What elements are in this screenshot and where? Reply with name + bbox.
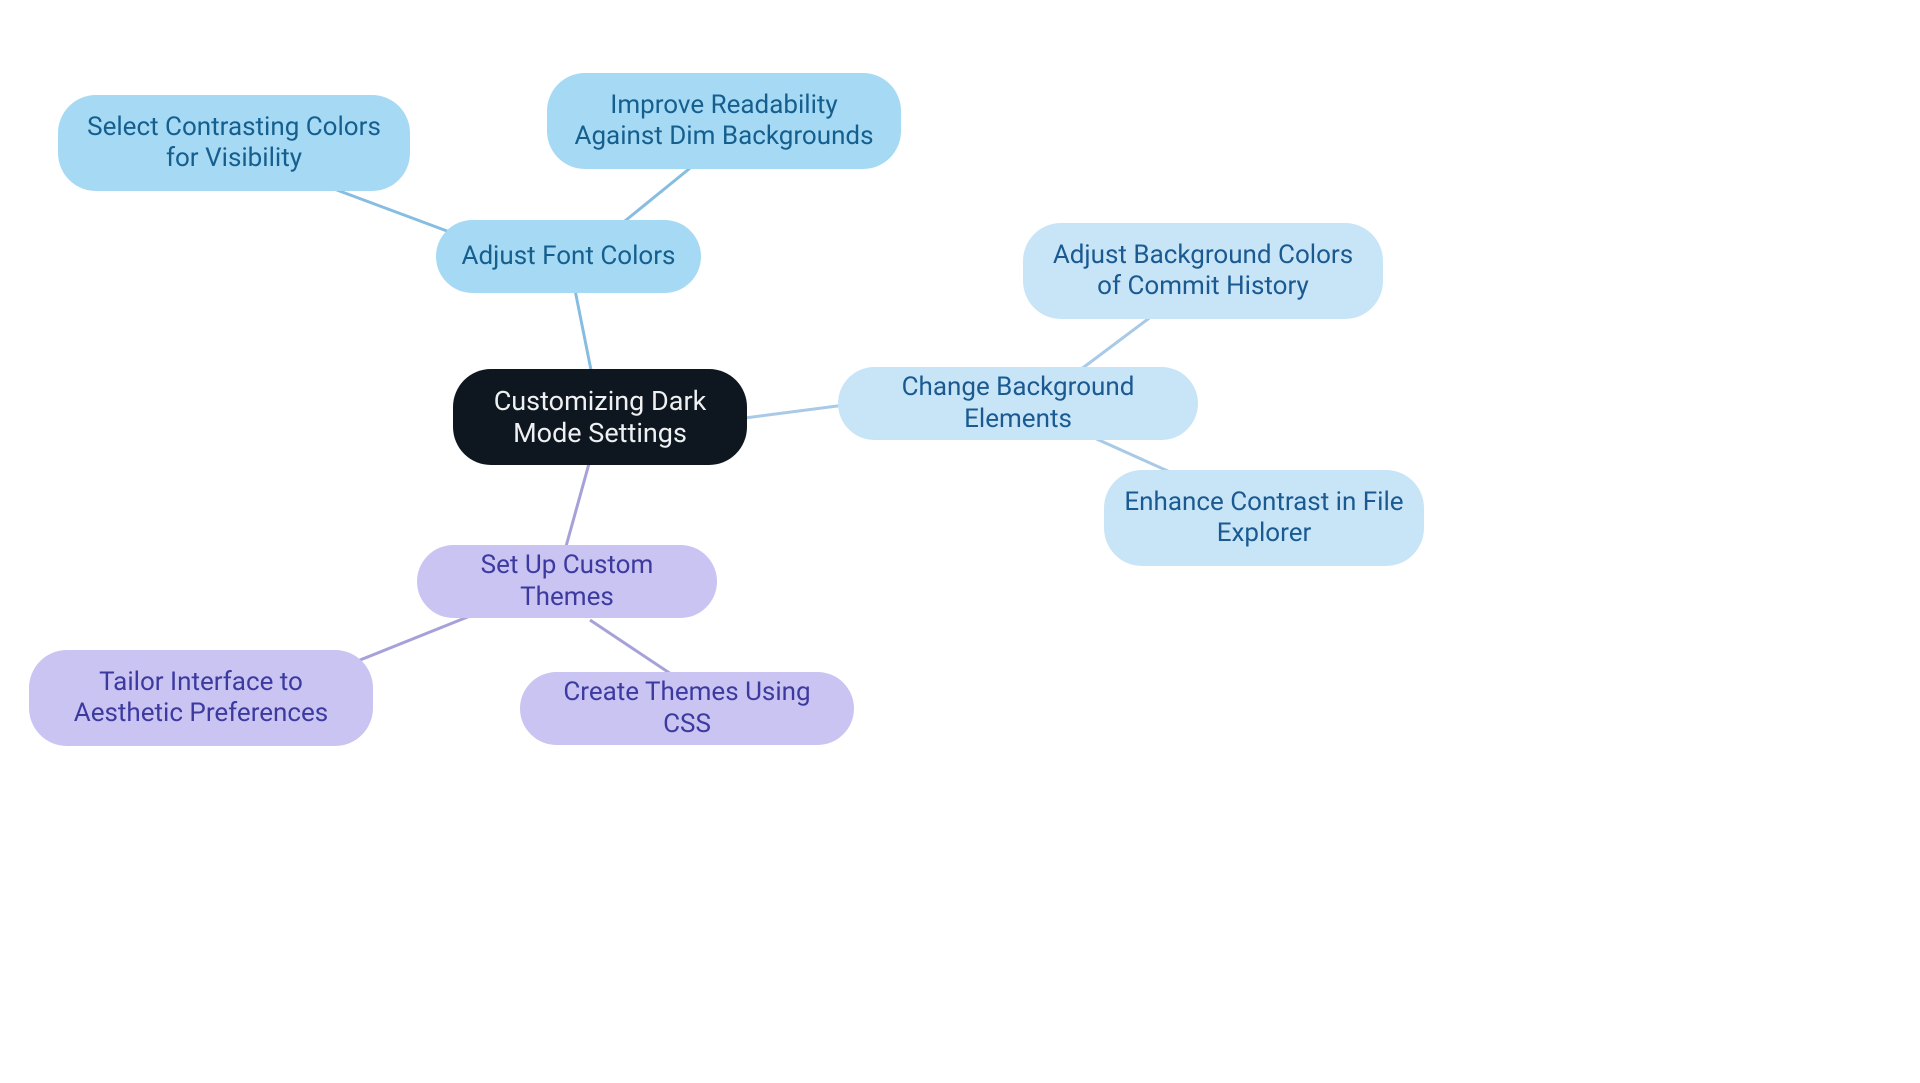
branch-label: Change Background Elements	[858, 372, 1178, 434]
leaf-label: Improve Readability Against Dim Backgrou…	[567, 90, 881, 152]
edge	[620, 160, 700, 225]
leaf-aesthetic: Tailor Interface to Aesthetic Preference…	[29, 650, 373, 746]
leaf-readability: Improve Readability Against Dim Backgrou…	[547, 73, 901, 169]
center-node: Customizing Dark Mode Settings	[453, 369, 747, 465]
edge	[565, 460, 590, 550]
edge	[745, 405, 845, 418]
leaf-label: Tailor Interface to Aesthetic Preference…	[49, 667, 353, 729]
leaf-css: Create Themes Using CSS	[520, 672, 854, 745]
leaf-label: Enhance Contrast in File Explorer	[1124, 487, 1404, 549]
branch-themes: Set Up Custom Themes	[417, 545, 717, 618]
branch-label: Adjust Font Colors	[462, 241, 676, 272]
center-label: Customizing Dark Mode Settings	[473, 385, 727, 450]
leaf-commit-history: Adjust Background Colors of Commit Histo…	[1023, 223, 1383, 319]
leaf-contrast-colors: Select Contrasting Colors for Visibility	[58, 95, 410, 191]
branch-label: Set Up Custom Themes	[437, 550, 697, 612]
edge	[590, 620, 680, 680]
edge	[1080, 310, 1160, 370]
branch-font-colors: Adjust Font Colors	[436, 220, 701, 293]
leaf-label: Create Themes Using CSS	[540, 677, 834, 739]
leaf-label: Select Contrasting Colors for Visibility	[78, 112, 390, 174]
branch-background: Change Background Elements	[838, 367, 1198, 440]
mindmap-canvas: Customizing Dark Mode Settings Adjust Fo…	[0, 0, 1920, 1083]
leaf-label: Adjust Background Colors of Commit Histo…	[1043, 240, 1363, 302]
leaf-file-explorer: Enhance Contrast in File Explorer	[1104, 470, 1424, 566]
